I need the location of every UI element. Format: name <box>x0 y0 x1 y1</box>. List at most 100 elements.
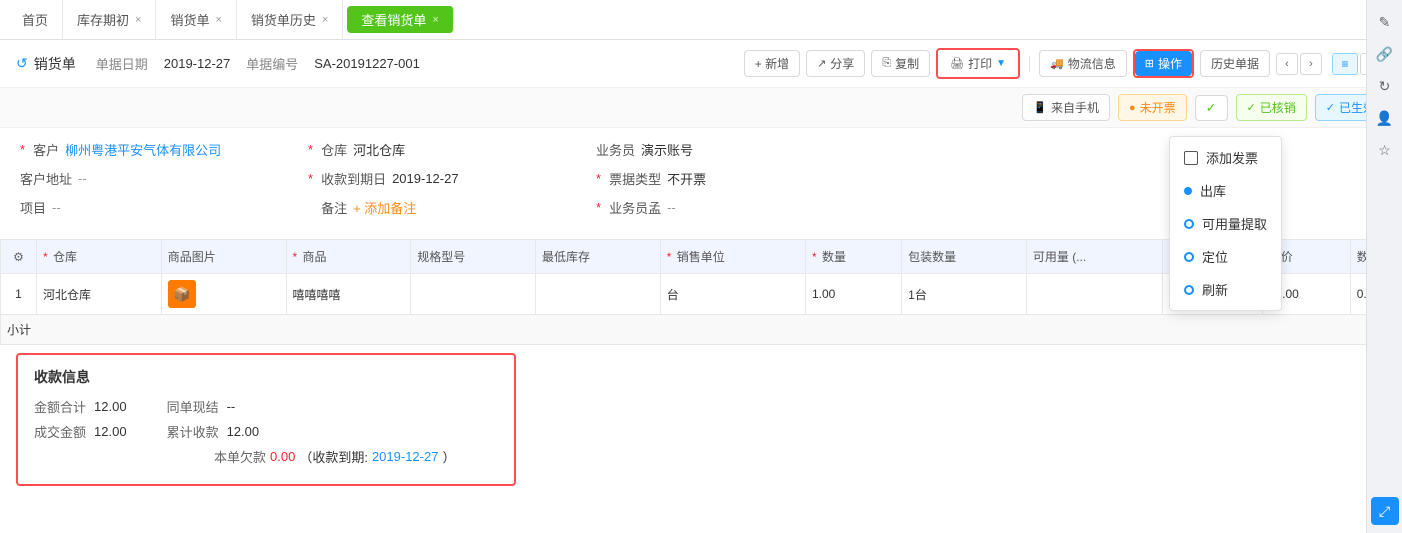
ticket-type-value: 不开票 <box>667 169 706 188</box>
locate-icon <box>1184 252 1194 262</box>
nav-arrows: ‹ › <box>1276 53 1322 75</box>
print-button[interactable]: 🖨 打印 ▼ <box>940 51 1016 76</box>
col-settings[interactable]: ⚙ <box>1 240 37 274</box>
current-due-value: 0.00 <box>270 449 295 464</box>
col-warehouse: * 仓库 <box>37 240 162 274</box>
warehouse-value: 河北仓库 <box>353 140 405 159</box>
logistics-button[interactable]: 🚚 物流信息 <box>1039 50 1127 77</box>
col-sales-unit: * 销售单位 <box>660 240 805 274</box>
refresh-icon <box>1184 285 1194 295</box>
tab-sales-history-close[interactable]: × <box>322 14 328 26</box>
col-quantity: * 数量 <box>805 240 901 274</box>
cumulative-label: 累计收款 <box>167 422 219 441</box>
customer-value[interactable]: 柳州粤港平安气体有限公司 <box>65 140 221 159</box>
payment-info-title: 收款信息 <box>34 367 498 387</box>
transaction-label: 成交金额 <box>34 422 86 441</box>
address-value: -- <box>78 171 87 186</box>
sidebar-refresh-icon[interactable]: ↻ <box>1371 72 1399 100</box>
ticket-type-field: * 票据类型 不开票 <box>596 169 776 188</box>
print-highlight: 🖨 打印 ▼ <box>936 48 1020 79</box>
new-button[interactable]: + 新增 <box>744 50 800 77</box>
add-invoice-icon <box>1184 151 1198 165</box>
cell-spec <box>411 274 536 315</box>
payment-info-box: 收款信息 金额合计 12.00 同单现结 -- 成交金额 12.00 <box>16 353 516 486</box>
tab-inventory-init-close[interactable]: × <box>135 14 141 26</box>
available-qty-icon <box>1184 219 1194 229</box>
cell-sales-unit: 台 <box>660 274 805 315</box>
share-button[interactable]: ↗ 分享 <box>806 50 865 77</box>
warehouse-field: * 仓库 河北仓库 <box>308 140 588 159</box>
staff-field: 业务员 演示账号 <box>596 140 776 159</box>
col-product: * 商品 <box>286 240 411 274</box>
sidebar-edit-icon[interactable]: ✎ <box>1371 8 1399 36</box>
cell-min-stock <box>536 274 661 315</box>
payment-date-value: 2019-12-27 <box>392 171 459 186</box>
tab-view-sales-close[interactable]: × <box>432 14 438 26</box>
confirmed-button[interactable]: ✓ <box>1195 95 1228 121</box>
subtotal-row: 小计 <box>1 315 1402 345</box>
status-row: 📱 来自手机 ● 未开票 ✓ ✓ 已核销 ✓ 已生效 <box>0 88 1402 128</box>
salesman-field: * 业务员孟 -- <box>596 198 776 217</box>
col-pack-qty: 包装数量 <box>902 240 1027 274</box>
dropdown-add-invoice[interactable]: 添加发票 <box>1170 141 1281 174</box>
list-view-button[interactable]: ≡ <box>1332 53 1358 75</box>
operation-button[interactable]: ⊞ 操作 <box>1135 51 1192 76</box>
subtotal-label-cell: 小计 <box>1 315 1402 345</box>
cell-quantity: 1.00 <box>805 274 901 315</box>
tab-home[interactable]: 首页 <box>8 0 63 40</box>
product-image: 📦 <box>168 280 196 308</box>
doc-header: ↺ 销货单 单据日期 2019-12-27 单据编号 SA-20191227-0… <box>0 40 1402 88</box>
cell-warehouse: 河北仓库 <box>37 274 162 315</box>
operation-dropdown: 添加发票 出库 可用量提取 定位 刷新 <box>1169 136 1282 311</box>
not-open-button[interactable]: ● 未开票 <box>1118 94 1187 121</box>
same-order-label: 同单现结 <box>167 397 219 416</box>
cell-row-num: 1 <box>1 274 37 315</box>
dropdown-available-qty[interactable]: 可用量提取 <box>1170 207 1281 240</box>
copy-button[interactable]: ⎘ 复制 <box>871 50 930 77</box>
due-date-prefix: （收款到期: <box>299 447 368 466</box>
sidebar-expand-icon[interactable]: ⤢ <box>1371 497 1399 525</box>
effective-button[interactable]: ✓ 已核销 <box>1236 94 1307 121</box>
cell-product-img: 📦 <box>161 274 286 315</box>
from-phone-button[interactable]: 📱 来自手机 <box>1022 94 1110 121</box>
tab-sales-order[interactable]: 销货单 × <box>156 0 236 40</box>
address-field: 客户地址 -- <box>20 169 300 188</box>
tab-sales-history[interactable]: 销货单历史 × <box>237 0 343 40</box>
history-button[interactable]: 历史单据 <box>1200 50 1270 77</box>
staff-value: 演示账号 <box>641 140 693 159</box>
cell-product: 嘻嘻嘻嘻 <box>286 274 411 315</box>
dropdown-refresh[interactable]: 刷新 <box>1170 273 1281 306</box>
col-available: 可用量 (... <box>1026 240 1162 274</box>
note-field: * 备注 + 添加备注 <box>308 198 588 217</box>
outbound-icon <box>1184 187 1192 195</box>
tab-view-sales[interactable]: 查看销货单 × <box>347 6 453 33</box>
total-label: 金额合计 <box>34 397 86 416</box>
project-value: -- <box>52 200 61 215</box>
col-product-img: 商品图片 <box>161 240 286 274</box>
dropdown-locate[interactable]: 定位 <box>1170 240 1281 273</box>
number-label: 单据编号 <box>246 54 298 73</box>
col-min-stock: 最低库存 <box>536 240 661 274</box>
number-value: SA-20191227-001 <box>314 56 420 71</box>
sidebar-link-icon[interactable]: 🔗 <box>1371 40 1399 68</box>
due-date-suffix: ） <box>442 447 455 466</box>
cumulative-value: 12.00 <box>227 424 260 439</box>
sidebar-star-icon[interactable]: ☆ <box>1371 136 1399 164</box>
tab-sales-order-close[interactable]: × <box>215 14 221 26</box>
cell-available <box>1026 274 1162 315</box>
same-order-value: -- <box>227 399 236 414</box>
operation-highlight: ⊞ 操作 <box>1133 49 1194 78</box>
settings-icon[interactable]: ⚙ <box>13 250 24 264</box>
salesman-value: -- <box>667 200 676 215</box>
current-due-label: 本单欠款 <box>214 447 266 466</box>
col-spec: 规格型号 <box>411 240 536 274</box>
doc-title-icon: ↺ <box>16 55 28 72</box>
tab-inventory-init[interactable]: 库存期初 × <box>63 0 156 40</box>
prev-button[interactable]: ‹ <box>1276 53 1298 75</box>
due-date-value: 2019-12-27 <box>372 449 439 464</box>
next-button[interactable]: › <box>1300 53 1322 75</box>
dropdown-outbound[interactable]: 出库 <box>1170 174 1281 207</box>
date-label: 单据日期 <box>96 54 148 73</box>
sidebar-user-icon[interactable]: 👤 <box>1371 104 1399 132</box>
add-note-button[interactable]: + 添加备注 <box>353 198 416 217</box>
